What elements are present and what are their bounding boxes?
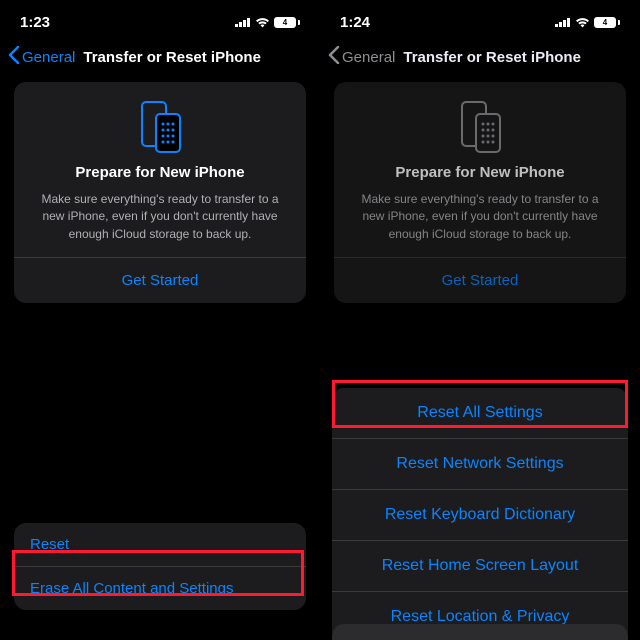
screen-left: 1:23 4 General Transfer or Reset iPhone: [0, 0, 320, 640]
prepare-card: Prepare for New iPhone Make sure everyth…: [14, 82, 306, 303]
reset-button[interactable]: Reset: [14, 523, 306, 566]
get-started-button[interactable]: Get Started: [28, 258, 292, 303]
wifi-icon: [255, 17, 270, 28]
nav-title: Transfer or Reset iPhone: [403, 49, 581, 66]
devices-icon: [456, 100, 504, 154]
signal-icon: [235, 17, 251, 27]
cancel-button[interactable]: Cancel: [332, 624, 628, 640]
options-list: Reset Erase All Content and Settings: [14, 523, 306, 610]
status-bar: 1:24 4: [320, 0, 640, 40]
card-title: Prepare for New iPhone: [348, 164, 612, 181]
reset-action-sheet: Reset All Settings Reset Network Setting…: [332, 388, 628, 640]
prepare-card: Prepare for New iPhone Make sure everyth…: [334, 82, 626, 303]
status-time: 1:23: [20, 14, 50, 31]
reset-keyboard-dictionary-button[interactable]: Reset Keyboard Dictionary: [332, 489, 628, 540]
battery-icon: 4: [594, 17, 620, 28]
back-chevron-icon[interactable]: [8, 46, 20, 68]
erase-all-button[interactable]: Erase All Content and Settings: [14, 566, 306, 610]
battery-icon: 4: [274, 17, 300, 28]
devices-icon: [136, 100, 184, 154]
wifi-icon: [575, 17, 590, 28]
nav-back-button[interactable]: General: [22, 49, 75, 66]
nav-bar: General Transfer or Reset iPhone: [0, 40, 320, 82]
status-right: 4: [235, 17, 300, 28]
signal-icon: [555, 17, 571, 27]
card-title: Prepare for New iPhone: [28, 164, 292, 181]
reset-all-settings-button[interactable]: Reset All Settings: [332, 388, 628, 438]
reset-home-screen-layout-button[interactable]: Reset Home Screen Layout: [332, 540, 628, 591]
get-started-button: Get Started: [348, 258, 612, 303]
status-bar: 1:23 4: [0, 0, 320, 40]
nav-title: Transfer or Reset iPhone: [83, 49, 261, 66]
reset-network-settings-button[interactable]: Reset Network Settings: [332, 438, 628, 489]
nav-back-button: General: [342, 49, 395, 66]
screen-right: 1:24 4 General Transfer or Reset iPhone: [320, 0, 640, 640]
back-chevron-icon: [328, 46, 340, 68]
status-time: 1:24: [340, 14, 370, 31]
card-body: Make sure everything's ready to transfer…: [348, 191, 612, 243]
status-right: 4: [555, 17, 620, 28]
card-body: Make sure everything's ready to transfer…: [28, 191, 292, 243]
nav-bar: General Transfer or Reset iPhone: [320, 40, 640, 82]
